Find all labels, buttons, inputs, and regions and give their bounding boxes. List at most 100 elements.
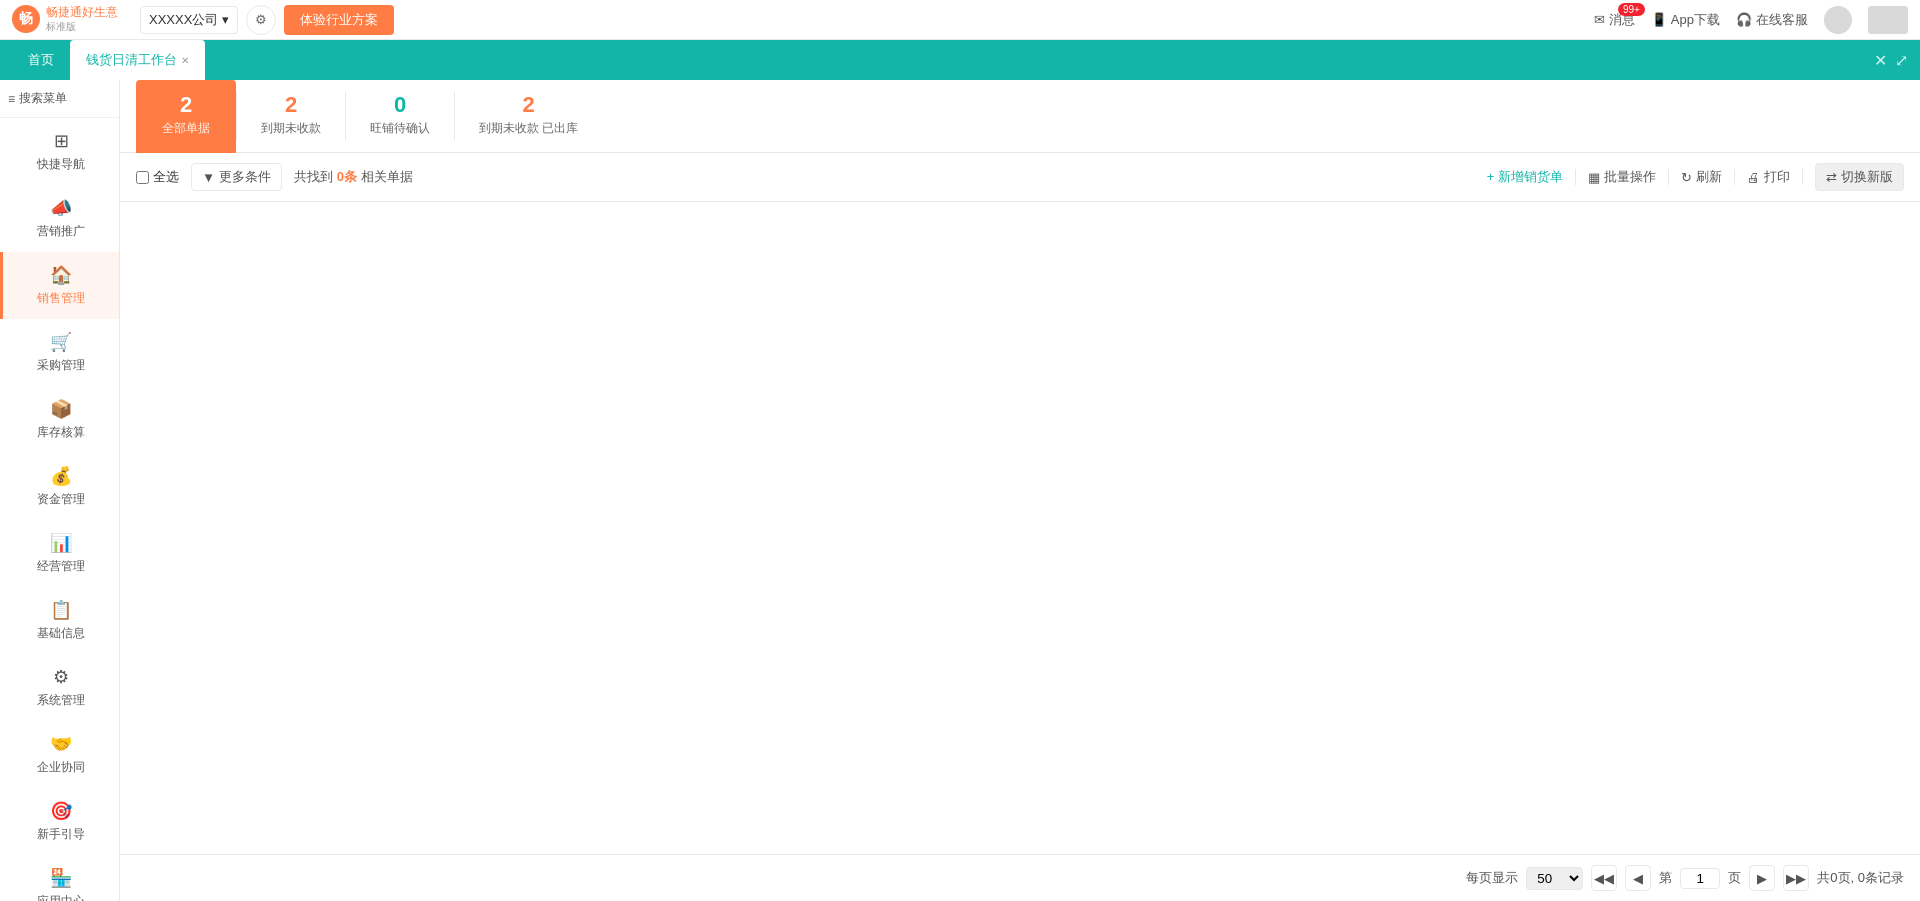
sales-icon: 🏠	[50, 264, 72, 286]
brand-info: 畅捷通好生意 标准版	[46, 5, 118, 33]
stat-tab-shipped[interactable]: 2 到期未收款 已出库	[455, 80, 602, 152]
sidebar-label-inventory: 库存核算	[37, 424, 85, 441]
home-tab-label: 首页	[28, 51, 54, 69]
tab-close-icon[interactable]: ✕	[181, 55, 189, 66]
sidebar-item-base[interactable]: 📋 基础信息	[0, 587, 119, 654]
sidebar-item-sales[interactable]: 🏠 销售管理	[0, 252, 119, 319]
filter-button[interactable]: ▼ 更多条件	[191, 163, 282, 191]
select-all-checkbox[interactable]: 全选	[136, 168, 179, 186]
table-area	[120, 202, 1920, 854]
appstore-icon: 🏪	[50, 867, 72, 889]
toolbar-divider-4	[1802, 169, 1803, 185]
header-right: ✉ 消息 99+ 📱 App下载 🎧 在线客服	[1594, 6, 1908, 34]
tab-minimize-button[interactable]: ✕	[1874, 51, 1887, 70]
system-icon: ⚙	[53, 666, 69, 688]
found-text: 共找到 0条 相关单据	[294, 168, 412, 186]
message-nav-item[interactable]: ✉ 消息 99+	[1594, 11, 1635, 29]
user-name[interactable]	[1868, 6, 1908, 34]
corp-icon: 🤝	[50, 733, 72, 755]
page-input[interactable]	[1680, 868, 1720, 889]
tab-cash-flow[interactable]: 钱货日清工作台 ✕	[70, 40, 205, 80]
sidebar-label-quick-nav: 快捷导航	[37, 156, 85, 173]
refresh-icon: ↻	[1681, 170, 1692, 185]
first-page-button[interactable]: ◀◀	[1591, 865, 1617, 891]
app-label: App下载	[1671, 11, 1720, 29]
tab-maximize-button[interactable]: ⤢	[1895, 51, 1908, 70]
sidebar-item-system[interactable]: ⚙ 系统管理	[0, 654, 119, 721]
trial-button[interactable]: 体验行业方案	[284, 5, 394, 35]
last-page-button[interactable]: ▶▶	[1783, 865, 1809, 891]
toolbar: 全选 ▼ 更多条件 共找到 0条 相关单据 + 新增销货单 ▦ 批量操作	[120, 153, 1920, 202]
marketing-icon: 📣	[50, 197, 72, 219]
toolbar-left: 全选 ▼ 更多条件 共找到 0条 相关单据	[136, 163, 1475, 191]
filter-icon: ▼	[202, 170, 215, 185]
sidebar-item-inventory[interactable]: 📦 库存核算	[0, 386, 119, 453]
stat-tab-pending[interactable]: 0 旺铺待确认	[346, 80, 454, 152]
sidebar-item-marketing[interactable]: 📣 营销推广	[0, 185, 119, 252]
message-badge: 99+	[1618, 3, 1645, 16]
stat-label-pending: 旺铺待确认	[370, 120, 430, 137]
stat-num-shipped: 2	[523, 92, 535, 118]
top-header: 畅 畅捷通好生意 标准版 XXXXX公司 ▾ ⚙ 体验行业方案 ✉ 消息 99+…	[0, 0, 1920, 40]
toolbar-divider-3	[1734, 169, 1735, 185]
search-menu-icon: ≡	[8, 92, 15, 106]
app-download-nav-item[interactable]: 📱 App下载	[1651, 11, 1720, 29]
stat-label-overdue: 到期未收款	[261, 120, 321, 137]
sidebar-item-finance[interactable]: 💰 资金管理	[0, 453, 119, 520]
print-label: 打印	[1764, 168, 1790, 186]
refresh-button[interactable]: ↻ 刷新	[1681, 168, 1722, 186]
per-page-label: 每页显示	[1466, 869, 1518, 887]
select-all-label: 全选	[153, 168, 179, 186]
sidebar-label-finance: 资金管理	[37, 491, 85, 508]
brand-tag: 标准版	[46, 20, 118, 34]
refresh-label: 刷新	[1696, 168, 1722, 186]
cash-flow-tab-label: 钱货日清工作台	[86, 51, 177, 69]
company-selector[interactable]: XXXXX公司 ▾	[140, 6, 238, 34]
chevron-down-icon: ▾	[222, 12, 229, 27]
add-order-button[interactable]: + 新增销货单	[1487, 168, 1563, 186]
sidebar-item-appstore[interactable]: 🏪 应用中心	[0, 855, 119, 901]
batch-label: 批量操作	[1604, 168, 1656, 186]
main-layout: ≡ 搜索菜单 ⊞ 快捷导航 📣 营销推广 🏠 销售管理 🛒 采购管理 📦 库存核…	[0, 80, 1920, 901]
sidebar-label-appstore: 应用中心	[37, 893, 85, 901]
page-suffix: 页	[1728, 869, 1741, 887]
sidebar-item-corp[interactable]: 🤝 企业协同	[0, 721, 119, 788]
search-menu-label: 搜索菜单	[19, 90, 67, 107]
sidebar-label-guide: 新手引导	[37, 826, 85, 843]
message-icon: ✉	[1594, 12, 1605, 27]
stat-tab-all[interactable]: 2 全部单据	[136, 80, 236, 153]
batch-operation-button[interactable]: ▦ 批量操作	[1588, 168, 1656, 186]
prev-page-button[interactable]: ◀	[1625, 865, 1651, 891]
sidebar-item-guide[interactable]: 🎯 新手引导	[0, 788, 119, 855]
stat-label-all: 全部单据	[162, 120, 210, 137]
per-page-select[interactable]: 50 10 20 100	[1526, 867, 1583, 890]
toolbar-divider-2	[1668, 169, 1669, 185]
stat-tab-overdue[interactable]: 2 到期未收款	[237, 80, 345, 152]
settings-button[interactable]: ⚙	[246, 5, 276, 35]
sidebar-item-purchase[interactable]: 🛒 采购管理	[0, 319, 119, 386]
purchase-icon: 🛒	[50, 331, 72, 353]
next-page-button[interactable]: ▶	[1749, 865, 1775, 891]
service-nav-item[interactable]: 🎧 在线客服	[1736, 11, 1808, 29]
print-button[interactable]: 🖨 打印	[1747, 168, 1790, 186]
sidebar-item-operations[interactable]: 📊 经营管理	[0, 520, 119, 587]
inventory-icon: 📦	[50, 398, 72, 420]
guide-icon: 🎯	[50, 800, 72, 822]
user-avatar[interactable]	[1824, 6, 1852, 34]
brand-logo: 畅 畅捷通好生意 标准版	[12, 5, 132, 33]
switch-version-button[interactable]: ⇄ 切换新版	[1815, 163, 1904, 191]
total-info: 共0页, 0条记录	[1817, 869, 1904, 887]
sidebar-search[interactable]: ≡ 搜索菜单	[0, 80, 119, 118]
tab-home[interactable]: 首页	[12, 40, 70, 80]
stat-num-pending: 0	[394, 92, 406, 118]
switch-label: 切换新版	[1841, 168, 1893, 186]
sidebar-label-base: 基础信息	[37, 625, 85, 642]
found-suffix: 相关单据	[361, 169, 413, 184]
select-all-input[interactable]	[136, 171, 149, 184]
toolbar-right: + 新增销货单 ▦ 批量操作 ↻ 刷新 🖨 打印 ⇄	[1487, 163, 1904, 191]
stat-label-shipped: 到期未收款 已出库	[479, 120, 578, 137]
sidebar-label-sales: 销售管理	[37, 290, 85, 307]
sidebar-label-purchase: 采购管理	[37, 357, 85, 374]
gear-icon: ⚙	[255, 12, 267, 27]
sidebar-item-quick-nav[interactable]: ⊞ 快捷导航	[0, 118, 119, 185]
